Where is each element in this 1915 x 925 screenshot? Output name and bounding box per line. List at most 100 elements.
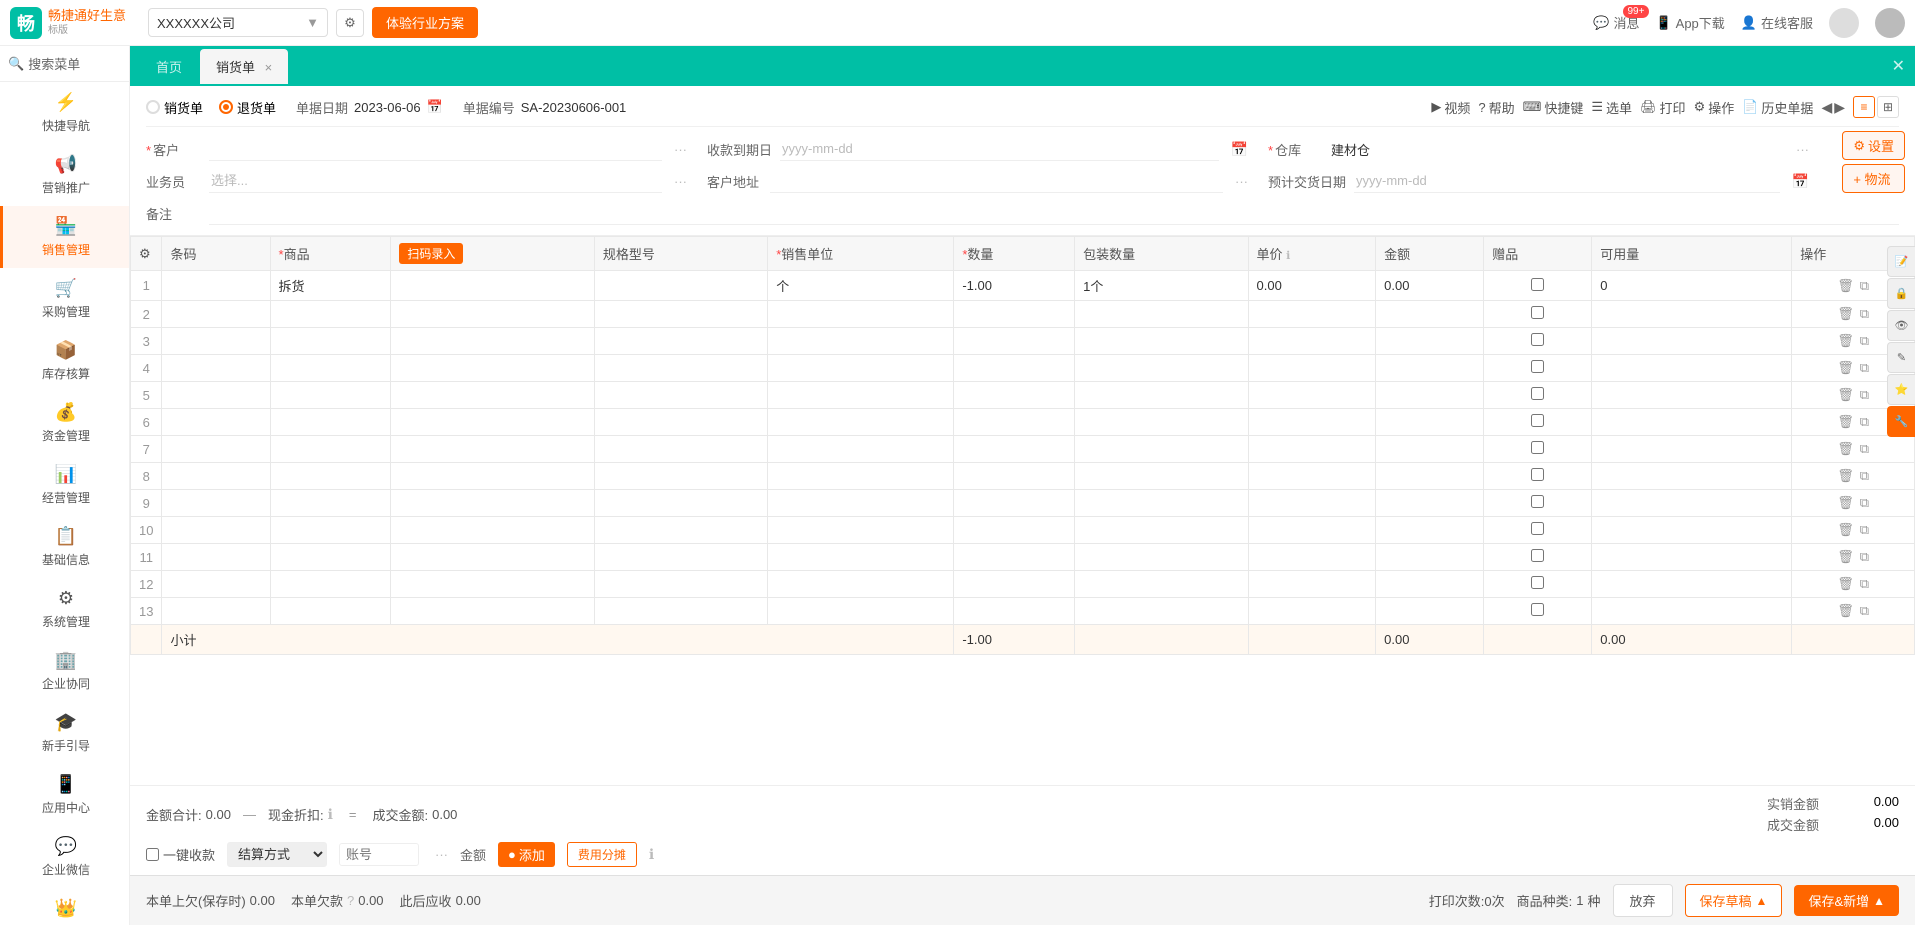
customer-more-icon[interactable]: ···: [674, 142, 687, 157]
cell-qty[interactable]: -1.00: [954, 271, 1075, 301]
copy-icon[interactable]: ⧉: [1860, 278, 1869, 294]
delete-icon[interactable]: 🗑: [1837, 387, 1854, 403]
warehouse-more-icon[interactable]: ···: [1796, 142, 1809, 157]
delete-icon[interactable]: 🗑: [1837, 333, 1854, 349]
col-gear[interactable]: ⚙: [131, 237, 162, 271]
sidebar-item-quick-nav[interactable]: ⚡ 快捷导航: [0, 82, 129, 144]
logistics-button[interactable]: + 物流: [1842, 164, 1905, 193]
sidebar-item-base-info[interactable]: 📋 基础信息: [0, 516, 129, 578]
delete-icon[interactable]: 🗑: [1837, 360, 1854, 376]
sidebar-item-wechat[interactable]: 💬 企业微信: [0, 826, 129, 888]
payment-cal-icon[interactable]: 📅: [1231, 141, 1248, 158]
sidebar-item-sales[interactable]: 🏪 销售管理: [0, 206, 129, 268]
online-support-button[interactable]: 👤 在线客服: [1741, 13, 1813, 32]
copy-icon[interactable]: ⧉: [1860, 549, 1869, 565]
copy-icon[interactable]: ⧉: [1860, 495, 1869, 511]
sidebar-item-guide[interactable]: 🎓 新手引导: [0, 702, 129, 764]
right-float-btn-4[interactable]: ✎: [1887, 342, 1915, 373]
tab-close-icon[interactable]: ×: [265, 60, 273, 75]
copy-icon[interactable]: ⧉: [1860, 360, 1869, 376]
copy-icon[interactable]: ⧉: [1860, 603, 1869, 619]
delete-icon[interactable]: 🗑: [1837, 441, 1854, 457]
list-view-icon[interactable]: ≡: [1853, 96, 1875, 118]
cell-gift[interactable]: [1484, 271, 1592, 301]
tab-sales-order[interactable]: 销货单 ×: [200, 49, 288, 84]
account-input[interactable]: [339, 843, 419, 866]
tab-home[interactable]: 首页: [140, 49, 198, 84]
settings-icon[interactable]: ⚙: [336, 9, 364, 37]
copy-icon[interactable]: ⧉: [1860, 522, 1869, 538]
copy-icon[interactable]: ⧉: [1860, 576, 1869, 592]
nav-next-icon[interactable]: ▶: [1834, 99, 1845, 116]
nav-prev-icon[interactable]: ◀: [1821, 99, 1832, 116]
help-icon-debt[interactable]: ?: [347, 893, 354, 908]
settings-button[interactable]: ⚙ 设置: [1842, 131, 1905, 160]
copy-icon[interactable]: ⧉: [1860, 333, 1869, 349]
cell-sales-unit[interactable]: 个: [768, 271, 954, 301]
radio-return-order[interactable]: 退货单: [219, 98, 276, 117]
video-button[interactable]: ▶ 视频: [1431, 98, 1470, 117]
customer-input[interactable]: [209, 137, 662, 161]
select-button[interactable]: ☰ 选单: [1591, 98, 1632, 117]
scan-button[interactable]: 扫码录入: [399, 243, 463, 264]
sidebar-item-marketing[interactable]: 📢 营销推广: [0, 144, 129, 206]
right-float-btn-5[interactable]: ⭐: [1887, 374, 1915, 405]
add-payment-button[interactable]: ● 添加: [498, 842, 555, 867]
app-download-button[interactable]: 📱 App下载: [1655, 13, 1724, 32]
calc-method-select[interactable]: 结算方式: [227, 842, 327, 867]
right-float-btn-3[interactable]: 👁: [1887, 310, 1915, 341]
discard-button[interactable]: 放弃: [1613, 884, 1673, 917]
right-float-btn-1[interactable]: 📝: [1887, 246, 1915, 277]
shortcut-button[interactable]: ⌨ 快捷键: [1523, 98, 1584, 117]
right-float-btn-2[interactable]: 🔒: [1887, 278, 1915, 309]
delete-icon[interactable]: 🗑: [1837, 468, 1854, 484]
cell-product[interactable]: 拆货: [270, 271, 391, 301]
save-draft-button[interactable]: 保存草稿 ▲: [1685, 884, 1783, 917]
company-selector[interactable]: XXXXXX公司 ▼: [148, 8, 328, 37]
salesperson-input[interactable]: [209, 169, 662, 193]
calendar-icon[interactable]: 📅: [427, 99, 443, 115]
one-click-checkbox[interactable]: [146, 848, 159, 861]
cell-price[interactable]: 0.00: [1248, 271, 1376, 301]
save-new-button[interactable]: 保存&新增 ▲: [1794, 885, 1899, 916]
sidebar-item-inventory[interactable]: 📦 库存核算: [0, 330, 129, 392]
expense-info-icon[interactable]: ℹ: [649, 846, 654, 863]
radio-sales-order[interactable]: 销货单: [146, 98, 203, 117]
delivery-cal-icon[interactable]: 📅: [1792, 173, 1809, 190]
sidebar-item-finance[interactable]: 💰 资金管理: [0, 392, 129, 454]
copy-icon[interactable]: ⧉: [1860, 441, 1869, 457]
delete-icon[interactable]: 🗑: [1837, 414, 1854, 430]
sidebar-item-operations[interactable]: 📊 经营管理: [0, 454, 129, 516]
remarks-input[interactable]: [209, 201, 1899, 225]
right-float-btn-6[interactable]: 🔧: [1887, 406, 1915, 437]
sidebar-item-purchase[interactable]: 🛒 采购管理: [0, 268, 129, 330]
copy-icon[interactable]: ⧉: [1860, 306, 1869, 322]
salesperson-more-icon[interactable]: ···: [674, 174, 687, 189]
sidebar-item-system[interactable]: ⚙ 系统管理: [0, 578, 129, 640]
copy-icon[interactable]: ⧉: [1860, 468, 1869, 484]
delete-icon[interactable]: 🗑: [1837, 522, 1854, 538]
delete-icon[interactable]: 🗑: [1837, 549, 1854, 565]
history-button[interactable]: 📄 历史单据: [1742, 98, 1813, 117]
address-more-icon[interactable]: ···: [1235, 174, 1248, 189]
cell-barcode[interactable]: [162, 271, 270, 301]
avatar[interactable]: [1829, 8, 1859, 38]
one-click-payment-checkbox[interactable]: 一键收款: [146, 845, 215, 864]
payment-date-input[interactable]: [780, 137, 1219, 161]
customer-address-input[interactable]: [770, 169, 1223, 193]
delete-icon[interactable]: 🗑: [1837, 278, 1854, 294]
message-button[interactable]: 💬 消息 99+: [1593, 13, 1639, 32]
print-button[interactable]: 🖨 打印: [1640, 98, 1686, 117]
discount-info-icon[interactable]: ℹ: [328, 806, 333, 823]
account-more-icon[interactable]: ···: [435, 847, 448, 862]
delete-icon[interactable]: 🗑: [1837, 603, 1854, 619]
operate-button[interactable]: ⚙ 操作: [1694, 98, 1735, 117]
copy-icon[interactable]: ⧉: [1860, 414, 1869, 430]
grid-view-icon[interactable]: ⊞: [1877, 96, 1899, 118]
delete-icon[interactable]: 🗑: [1837, 306, 1854, 322]
avatar2[interactable]: [1875, 8, 1905, 38]
trial-button[interactable]: 体验行业方案: [372, 7, 478, 38]
help-button[interactable]: ? 帮助: [1478, 98, 1514, 117]
tab-close-all-icon[interactable]: ✕: [1892, 56, 1905, 76]
expense-split-button[interactable]: 费用分摊: [567, 842, 637, 867]
